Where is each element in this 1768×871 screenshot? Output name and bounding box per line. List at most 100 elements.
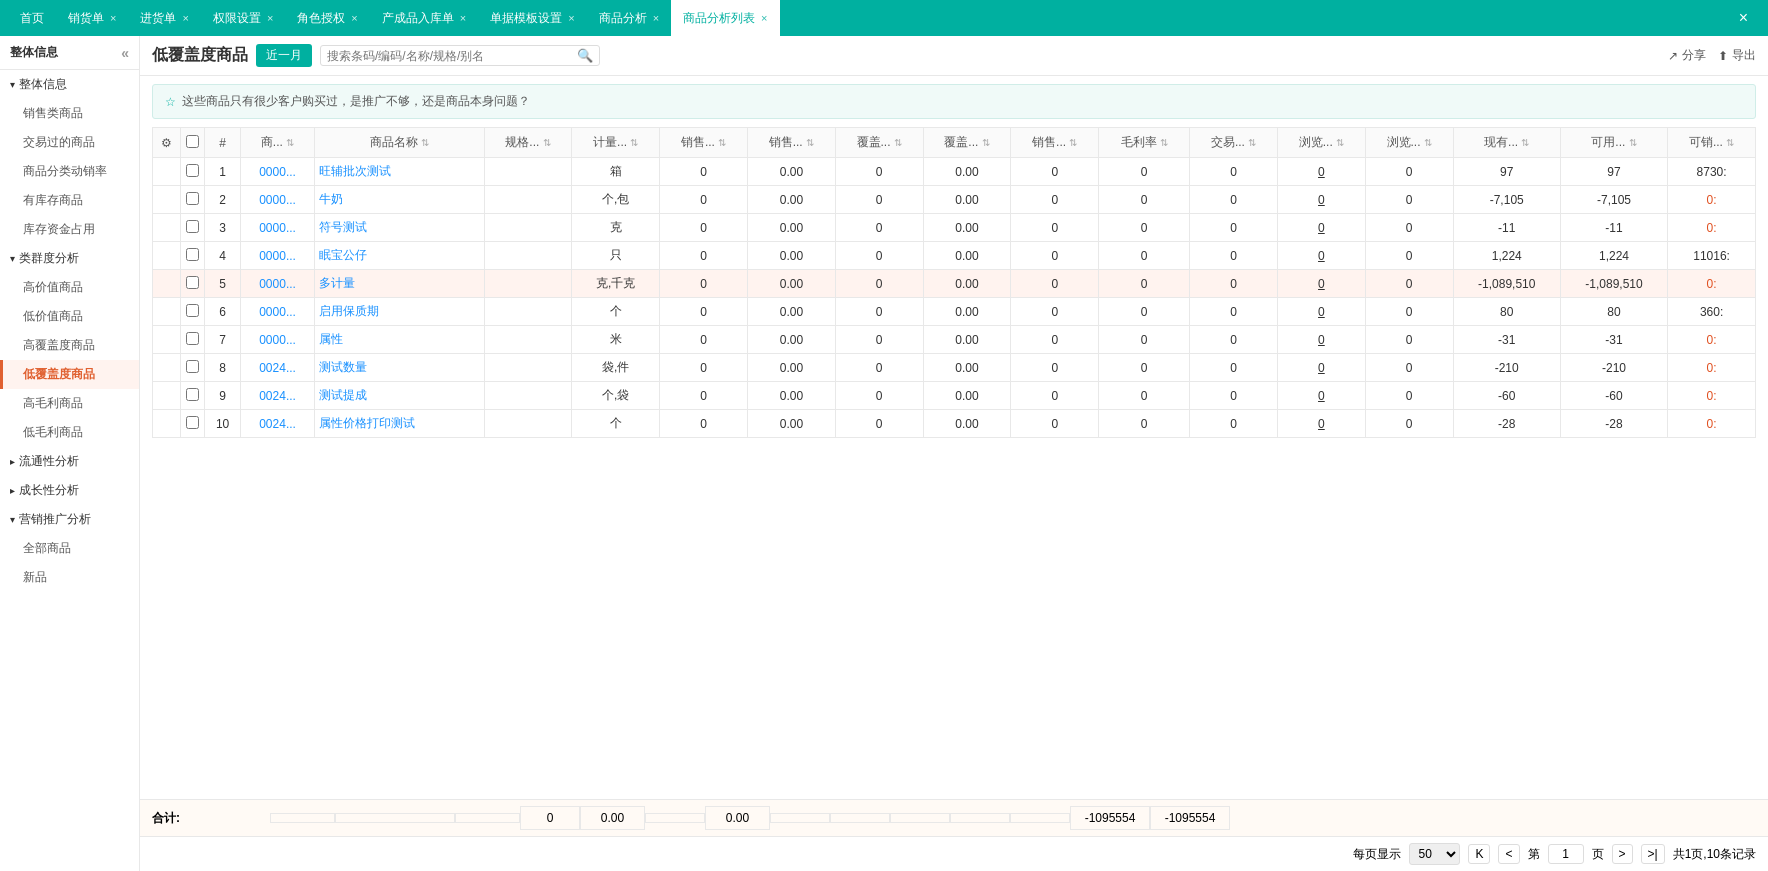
row-checkbox[interactable] — [186, 332, 199, 345]
cell-name[interactable]: 测试提成 — [314, 382, 484, 410]
select-all-checkbox[interactable] — [186, 135, 199, 148]
col-sales-amt[interactable]: 销售... ⇅ — [747, 128, 835, 158]
col-sales-qty[interactable]: 销售... ⇅ — [660, 128, 748, 158]
nav-permission[interactable]: 权限设置 × — [201, 0, 285, 36]
cell-name[interactable]: 测试数量 — [314, 354, 484, 382]
nav-close-template-settings[interactable]: × — [568, 12, 574, 24]
nav-sales-order[interactable]: 销货单 × — [56, 0, 128, 36]
sidebar-group-flow-analysis[interactable]: ▸ 流通性分析 — [0, 447, 139, 476]
sidebar-group-category-analysis[interactable]: ▾ 类群度分析 — [0, 244, 139, 273]
current-page-input[interactable] — [1548, 844, 1584, 864]
nav-close-purchase-order[interactable]: × — [182, 12, 188, 24]
cell-name[interactable]: 符号测试 — [314, 214, 484, 242]
col-trade[interactable]: 交易... ⇅ — [1190, 128, 1278, 158]
row-checkbox[interactable] — [186, 304, 199, 317]
cell-name[interactable]: 眠宝公仔 — [314, 242, 484, 270]
sidebar-item-sales-products[interactable]: 销售类商品 — [0, 99, 139, 128]
cell-checkbox[interactable] — [181, 270, 205, 298]
cell-checkbox[interactable] — [181, 354, 205, 382]
cell-name[interactable]: 启用保质期 — [314, 298, 484, 326]
cell-name[interactable]: 属性价格打印测试 — [314, 410, 484, 438]
sidebar-item-category-rate[interactable]: 商品分类动销率 — [0, 157, 139, 186]
nav-product-analysis-list[interactable]: 商品分析列表 × — [671, 0, 779, 36]
col-cover-b[interactable]: 覆盖... ⇅ — [923, 128, 1011, 158]
row-checkbox[interactable] — [186, 192, 199, 205]
sidebar-item-high-margin[interactable]: 高毛利商品 — [0, 389, 139, 418]
nav-close-product-inbound[interactable]: × — [460, 12, 466, 24]
cell-checkbox[interactable] — [181, 242, 205, 270]
cell-checkbox[interactable] — [181, 186, 205, 214]
col-browse-a[interactable]: 浏览... ⇅ — [1278, 128, 1366, 158]
first-page-button[interactable]: K — [1468, 844, 1490, 864]
row-checkbox[interactable] — [186, 360, 199, 373]
sidebar-item-stock-capital[interactable]: 库存资金占用 — [0, 215, 139, 244]
col-name[interactable]: 商品名称 ⇅ — [314, 128, 484, 158]
cell-name[interactable]: 属性 — [314, 326, 484, 354]
sidebar-item-high-value[interactable]: 高价值商品 — [0, 273, 139, 302]
cell-browse-a[interactable]: 0 — [1278, 270, 1366, 298]
cell-code[interactable]: 0000... — [241, 242, 315, 270]
cell-code[interactable]: 0024... — [241, 382, 315, 410]
nav-close-sales-order[interactable]: × — [110, 12, 116, 24]
nav-product-inbound[interactable]: 产成品入库单 × — [370, 0, 478, 36]
cell-checkbox[interactable] — [181, 214, 205, 242]
col-sales-c[interactable]: 销售... ⇅ — [1011, 128, 1099, 158]
period-button[interactable]: 近一月 — [256, 44, 312, 67]
row-checkbox[interactable] — [186, 220, 199, 233]
cell-code[interactable]: 0000... — [241, 270, 315, 298]
sidebar-item-low-margin[interactable]: 低毛利商品 — [0, 418, 139, 447]
sidebar-group-marketing-analysis[interactable]: ▾ 营销推广分析 — [0, 505, 139, 534]
cell-browse-a[interactable]: 0 — [1278, 354, 1366, 382]
nav-role-auth[interactable]: 角色授权 × — [285, 0, 369, 36]
export-button[interactable]: ⬆ 导出 — [1718, 47, 1756, 64]
col-cover-a[interactable]: 覆盖... ⇅ — [835, 128, 923, 158]
cell-code[interactable]: 0000... — [241, 158, 315, 186]
col-browse-b[interactable]: 浏览... ⇅ — [1365, 128, 1453, 158]
cell-browse-a[interactable]: 0 — [1278, 410, 1366, 438]
cell-code[interactable]: 0000... — [241, 214, 315, 242]
nav-close-role-auth[interactable]: × — [351, 12, 357, 24]
cell-code[interactable]: 0024... — [241, 410, 315, 438]
cell-checkbox[interactable] — [181, 410, 205, 438]
per-page-select[interactable]: 50 20 100 — [1409, 843, 1460, 865]
sidebar-group-growth-analysis[interactable]: ▸ 成长性分析 — [0, 476, 139, 505]
cell-name[interactable]: 牛奶 — [314, 186, 484, 214]
cell-browse-a[interactable]: 0 — [1278, 158, 1366, 186]
col-select-all[interactable] — [181, 128, 205, 158]
cell-checkbox[interactable] — [181, 158, 205, 186]
row-checkbox[interactable] — [186, 416, 199, 429]
sidebar-item-traded-products[interactable]: 交易过的商品 — [0, 128, 139, 157]
cell-browse-a[interactable]: 0 — [1278, 382, 1366, 410]
col-code[interactable]: 商... ⇅ — [241, 128, 315, 158]
row-checkbox[interactable] — [186, 164, 199, 177]
row-checkbox[interactable] — [186, 248, 199, 261]
sidebar-item-all-products[interactable]: 全部商品 — [0, 534, 139, 563]
cell-browse-a[interactable]: 0 — [1278, 186, 1366, 214]
col-unit[interactable]: 计量... ⇅ — [572, 128, 660, 158]
window-close-button[interactable]: × — [1727, 9, 1760, 27]
share-button[interactable]: ↗ 分享 — [1668, 47, 1706, 64]
col-spec[interactable]: 规格... ⇅ — [484, 128, 572, 158]
col-settings[interactable]: ⚙ — [153, 128, 181, 158]
cell-code[interactable]: 0000... — [241, 186, 315, 214]
nav-close-product-analysis-list[interactable]: × — [761, 12, 767, 24]
cell-checkbox[interactable] — [181, 326, 205, 354]
sidebar-group-overall[interactable]: ▾ 整体信息 — [0, 70, 139, 99]
last-page-button[interactable]: >| — [1641, 844, 1665, 864]
col-saleable[interactable]: 可销... ⇅ — [1668, 128, 1756, 158]
nav-purchase-order[interactable]: 进货单 × — [128, 0, 200, 36]
next-page-button[interactable]: > — [1612, 844, 1633, 864]
cell-code[interactable]: 0000... — [241, 326, 315, 354]
cell-browse-a[interactable]: 0 — [1278, 298, 1366, 326]
col-current[interactable]: 现有... ⇅ — [1453, 128, 1560, 158]
nav-product-analysis[interactable]: 商品分析 × — [587, 0, 671, 36]
sidebar-item-new-products[interactable]: 新品 — [0, 563, 139, 592]
cell-name[interactable]: 旺辅批次测试 — [314, 158, 484, 186]
nav-close-product-analysis[interactable]: × — [653, 12, 659, 24]
cell-checkbox[interactable] — [181, 382, 205, 410]
row-checkbox[interactable] — [186, 388, 199, 401]
sidebar-item-low-value[interactable]: 低价值商品 — [0, 302, 139, 331]
cell-browse-a[interactable]: 0 — [1278, 326, 1366, 354]
col-gross[interactable]: 毛利率 ⇅ — [1099, 128, 1190, 158]
cell-code[interactable]: 0000... — [241, 298, 315, 326]
